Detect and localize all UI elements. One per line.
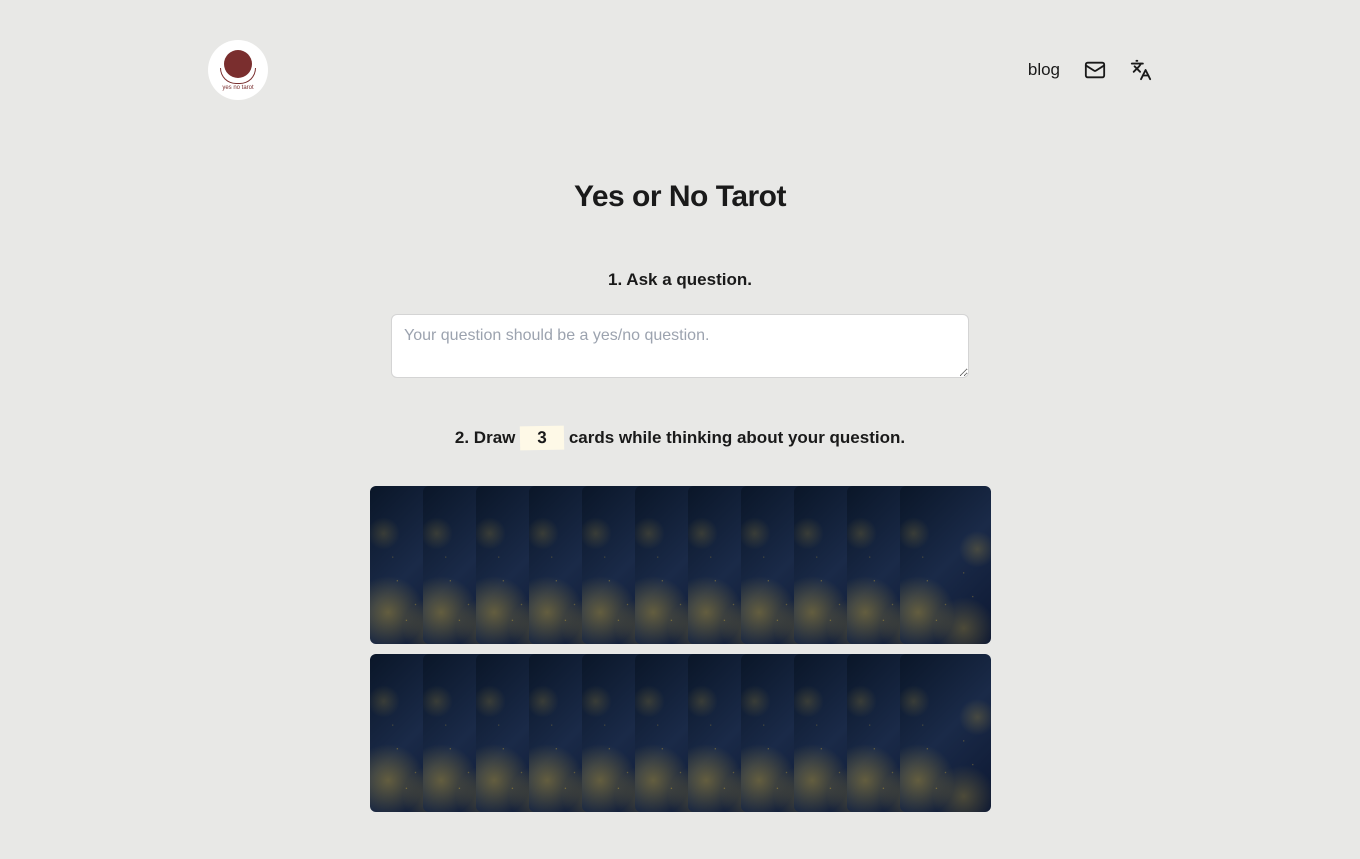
- mail-icon[interactable]: [1084, 59, 1106, 81]
- language-icon[interactable]: [1130, 59, 1152, 81]
- cards-area: [208, 486, 1152, 812]
- header: yes no tarot blog: [208, 0, 1152, 120]
- logo[interactable]: yes no tarot: [208, 40, 268, 100]
- page-title: Yes or No Tarot: [208, 180, 1152, 214]
- main-content: Yes or No Tarot 1. Ask a question. 2. Dr…: [208, 120, 1152, 812]
- card-row-2: [370, 654, 990, 812]
- nav: blog: [1028, 59, 1152, 81]
- card-count-input[interactable]: [520, 426, 564, 451]
- question-input[interactable]: [391, 314, 969, 378]
- logo-text: yes no tarot: [216, 85, 260, 91]
- step2-prefix: 2. Draw: [455, 428, 520, 447]
- step1-label: 1. Ask a question.: [208, 270, 1152, 290]
- nav-blog-link[interactable]: blog: [1028, 60, 1060, 80]
- logo-graphic: yes no tarot: [216, 48, 260, 92]
- card-row-1: [370, 486, 990, 644]
- logo-hands-icon: [220, 68, 256, 84]
- tarot-card[interactable]: [900, 654, 991, 812]
- tarot-card[interactable]: [900, 486, 991, 644]
- step2-suffix: cards while thinking about your question…: [564, 428, 905, 447]
- step2-label: 2. Draw cards while thinking about your …: [455, 426, 905, 450]
